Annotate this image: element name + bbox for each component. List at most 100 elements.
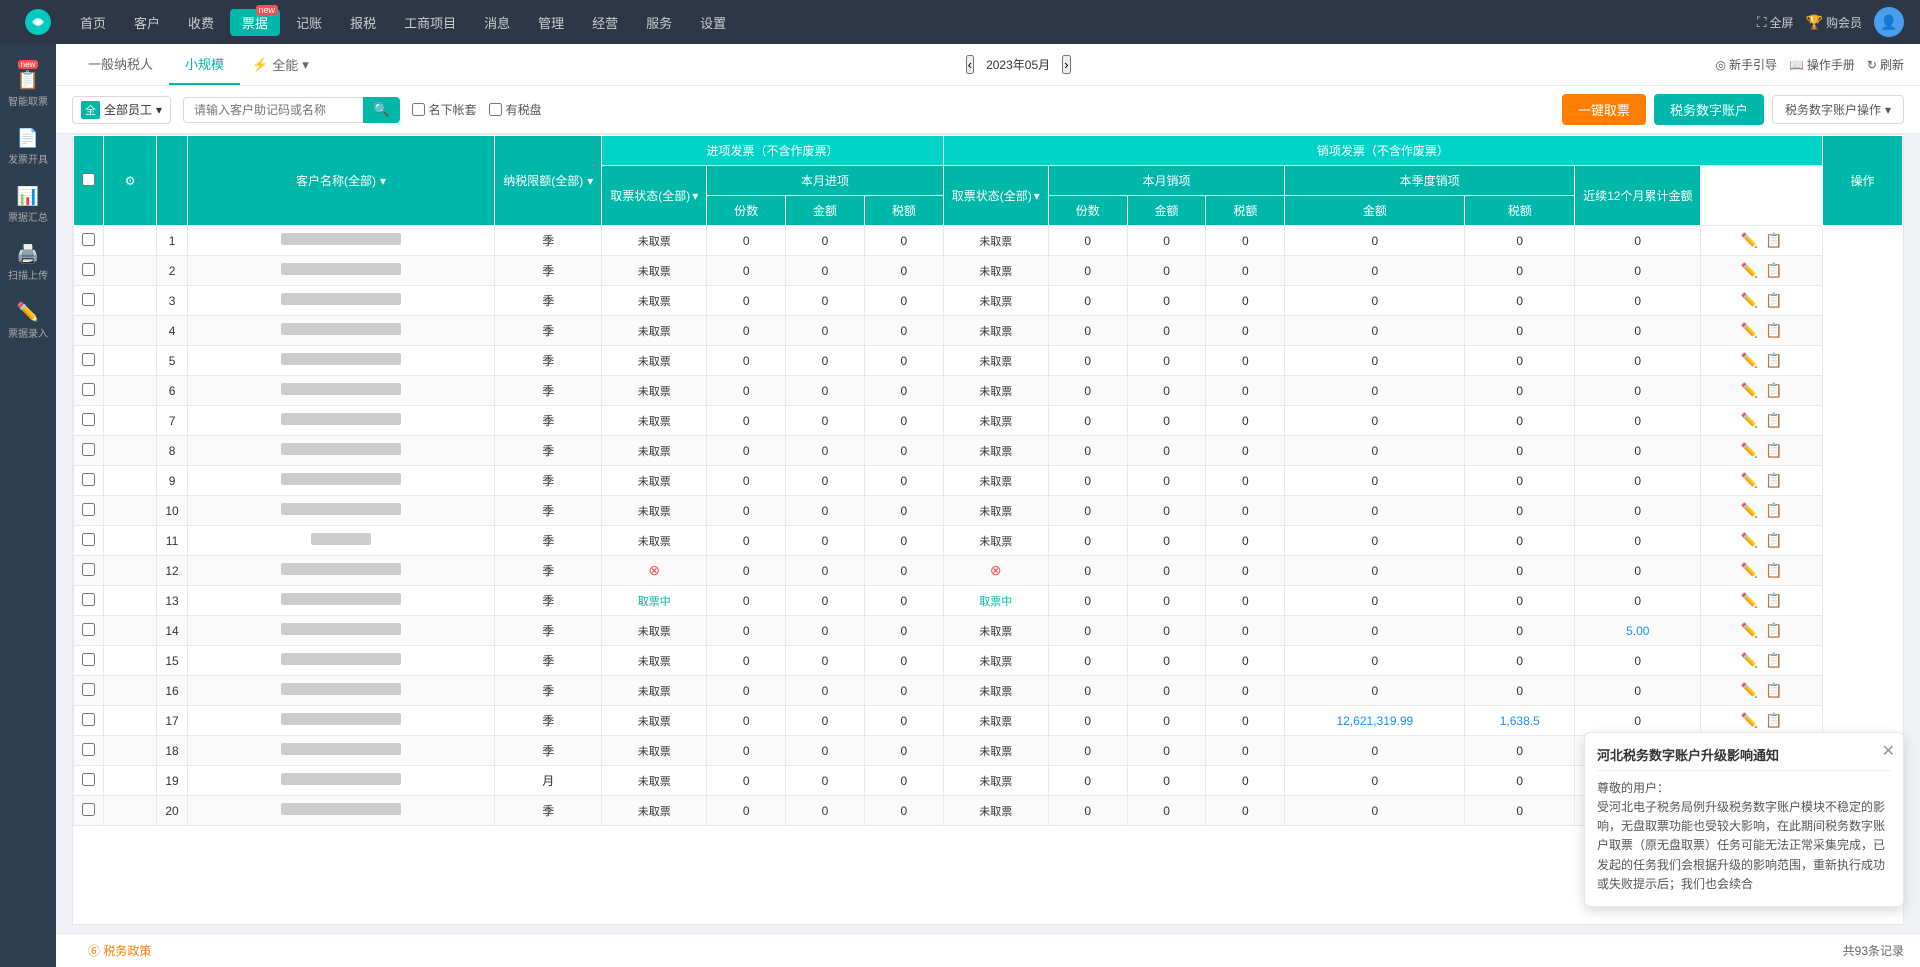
quota-filter-icon[interactable]: ▾	[587, 174, 593, 188]
edit-btn[interactable]: ✏️	[1741, 262, 1758, 278]
edit-btn[interactable]: ✏️	[1741, 652, 1758, 668]
row-checkbox[interactable]	[82, 413, 95, 426]
sidebar-item-ticket-summary[interactable]: 📊 票据汇总	[2, 178, 54, 232]
copy-btn[interactable]: 📋	[1765, 682, 1782, 698]
copy-btn[interactable]: 📋	[1765, 472, 1782, 488]
row-checkbox[interactable]	[82, 713, 95, 726]
copy-btn[interactable]: 📋	[1765, 232, 1782, 248]
tab-small-scale[interactable]: 小规模	[169, 44, 240, 85]
member-btn[interactable]: 🏆 购会员	[1806, 14, 1862, 31]
tab-general-taxpayer[interactable]: 一般纳税人	[72, 44, 169, 85]
edit-btn[interactable]: ✏️	[1741, 382, 1758, 398]
edit-btn[interactable]: ✏️	[1741, 232, 1758, 248]
nav-management[interactable]: 管理	[526, 9, 576, 36]
edit-btn[interactable]: ✏️	[1741, 682, 1758, 698]
new-guide-link[interactable]: ◎ 新手引导	[1715, 56, 1777, 73]
notification-close-btn[interactable]: ✕	[1882, 741, 1895, 761]
edit-btn[interactable]: ✏️	[1741, 592, 1758, 608]
copy-btn[interactable]: 📋	[1765, 562, 1782, 578]
row-checkbox[interactable]	[82, 443, 95, 456]
row-checkbox[interactable]	[82, 353, 95, 366]
search-button[interactable]: 🔍	[363, 97, 400, 123]
date-next-btn[interactable]: ›	[1062, 55, 1070, 74]
rolling-value[interactable]: 5.00	[1626, 624, 1649, 638]
copy-btn[interactable]: 📋	[1765, 592, 1782, 608]
row-checkbox[interactable]	[82, 623, 95, 636]
edit-btn[interactable]: ✏️	[1741, 412, 1758, 428]
edit-btn[interactable]: ✏️	[1741, 322, 1758, 338]
edit-btn[interactable]: ✏️	[1741, 562, 1758, 578]
copy-btn[interactable]: 📋	[1765, 652, 1782, 668]
sidebar-item-ticket-entry[interactable]: ✏️ 票据录入	[2, 294, 54, 348]
tab-full-capability[interactable]: ⚡ 全能 ▾	[240, 49, 321, 80]
row-checkbox[interactable]	[82, 323, 95, 336]
sidebar-item-scan-upload[interactable]: 🖨️ 扫描上传	[2, 236, 54, 290]
fullscreen-btn[interactable]: ⛶ 全屏	[1757, 14, 1794, 31]
refresh-link[interactable]: ↻ 刷新	[1867, 56, 1904, 73]
row-checkbox[interactable]	[82, 743, 95, 756]
copy-btn[interactable]: 📋	[1765, 322, 1782, 338]
employee-select[interactable]: 全 全部员工 ▾	[72, 96, 171, 124]
edit-btn[interactable]: ✏️	[1741, 502, 1758, 518]
edit-btn[interactable]: ✏️	[1741, 292, 1758, 308]
nav-service[interactable]: 服务	[634, 9, 684, 36]
row-checkbox[interactable]	[82, 473, 95, 486]
row-checkbox[interactable]	[82, 533, 95, 546]
copy-btn[interactable]: 📋	[1765, 262, 1782, 278]
row-checkbox[interactable]	[82, 683, 95, 696]
edit-btn[interactable]: ✏️	[1741, 472, 1758, 488]
sidebar-item-smart-ticket[interactable]: new 📋 智能取票	[2, 52, 54, 116]
edit-btn[interactable]: ✏️	[1741, 352, 1758, 368]
tax-digital-account-btn[interactable]: 税务数字账户	[1654, 94, 1764, 125]
customer-filter-icon[interactable]: ▾	[380, 174, 386, 188]
copy-btn[interactable]: 📋	[1765, 532, 1782, 548]
nav-message[interactable]: 消息	[472, 9, 522, 36]
nav-accounting[interactable]: 记账	[284, 9, 334, 36]
tax-digital-account-ops-btn[interactable]: 税务数字账户操作 ▾	[1772, 95, 1904, 124]
checkbox-subledger[interactable]: 名下帐套	[412, 101, 477, 118]
out-status-filter-icon[interactable]: ▾	[1034, 189, 1040, 203]
row-checkbox[interactable]	[82, 773, 95, 786]
copy-btn[interactable]: 📋	[1765, 412, 1782, 428]
row-checkbox[interactable]	[82, 593, 95, 606]
red-tax-value[interactable]: 1,638.5	[1500, 714, 1540, 728]
row-checkbox[interactable]	[82, 563, 95, 576]
red-amount-value[interactable]: 12,621,319.99	[1336, 714, 1413, 728]
nav-ticket[interactable]: 票据 new	[230, 9, 280, 36]
row-checkbox[interactable]	[82, 263, 95, 276]
nav-home[interactable]: 首页	[68, 9, 118, 36]
select-all-checkbox[interactable]	[82, 173, 95, 186]
manual-link[interactable]: 📖 操作手册	[1789, 56, 1855, 73]
row-checkbox[interactable]	[82, 503, 95, 516]
edit-btn[interactable]: ✏️	[1741, 442, 1758, 458]
in-status-filter-icon[interactable]: ▾	[692, 189, 698, 203]
copy-btn[interactable]: 📋	[1765, 622, 1782, 638]
copy-btn[interactable]: 📋	[1765, 502, 1782, 518]
copy-btn[interactable]: 📋	[1765, 712, 1782, 728]
tax-policy-link[interactable]: ⑥ 税务政策	[88, 942, 151, 959]
copy-btn[interactable]: 📋	[1765, 442, 1782, 458]
row-checkbox[interactable]	[82, 803, 95, 816]
nav-tax[interactable]: 报税	[338, 9, 388, 36]
edit-btn[interactable]: ✏️	[1741, 622, 1758, 638]
copy-btn[interactable]: 📋	[1765, 292, 1782, 308]
user-avatar[interactable]: 👤	[1874, 7, 1904, 37]
sidebar-item-invoice-open[interactable]: 📄 发票开具	[2, 120, 54, 174]
edit-btn[interactable]: ✏️	[1741, 532, 1758, 548]
one-click-ticket-btn[interactable]: 一键取票	[1562, 94, 1646, 125]
date-prev-btn[interactable]: ‹	[966, 55, 974, 74]
nav-business[interactable]: 工商项目	[392, 9, 468, 36]
row-checkbox[interactable]	[82, 383, 95, 396]
row-checkbox[interactable]	[82, 233, 95, 246]
nav-billing[interactable]: 收费	[176, 9, 226, 36]
search-input[interactable]	[183, 97, 363, 123]
edit-btn[interactable]: ✏️	[1741, 712, 1758, 728]
copy-btn[interactable]: 📋	[1765, 382, 1782, 398]
copy-btn[interactable]: 📋	[1765, 352, 1782, 368]
checkbox-tax-disk[interactable]: 有税盘	[489, 101, 542, 118]
nav-settings[interactable]: 设置	[688, 9, 738, 36]
row-checkbox[interactable]	[82, 293, 95, 306]
nav-customer[interactable]: 客户	[122, 9, 172, 36]
nav-operation[interactable]: 经营	[580, 9, 630, 36]
row-checkbox[interactable]	[82, 653, 95, 666]
